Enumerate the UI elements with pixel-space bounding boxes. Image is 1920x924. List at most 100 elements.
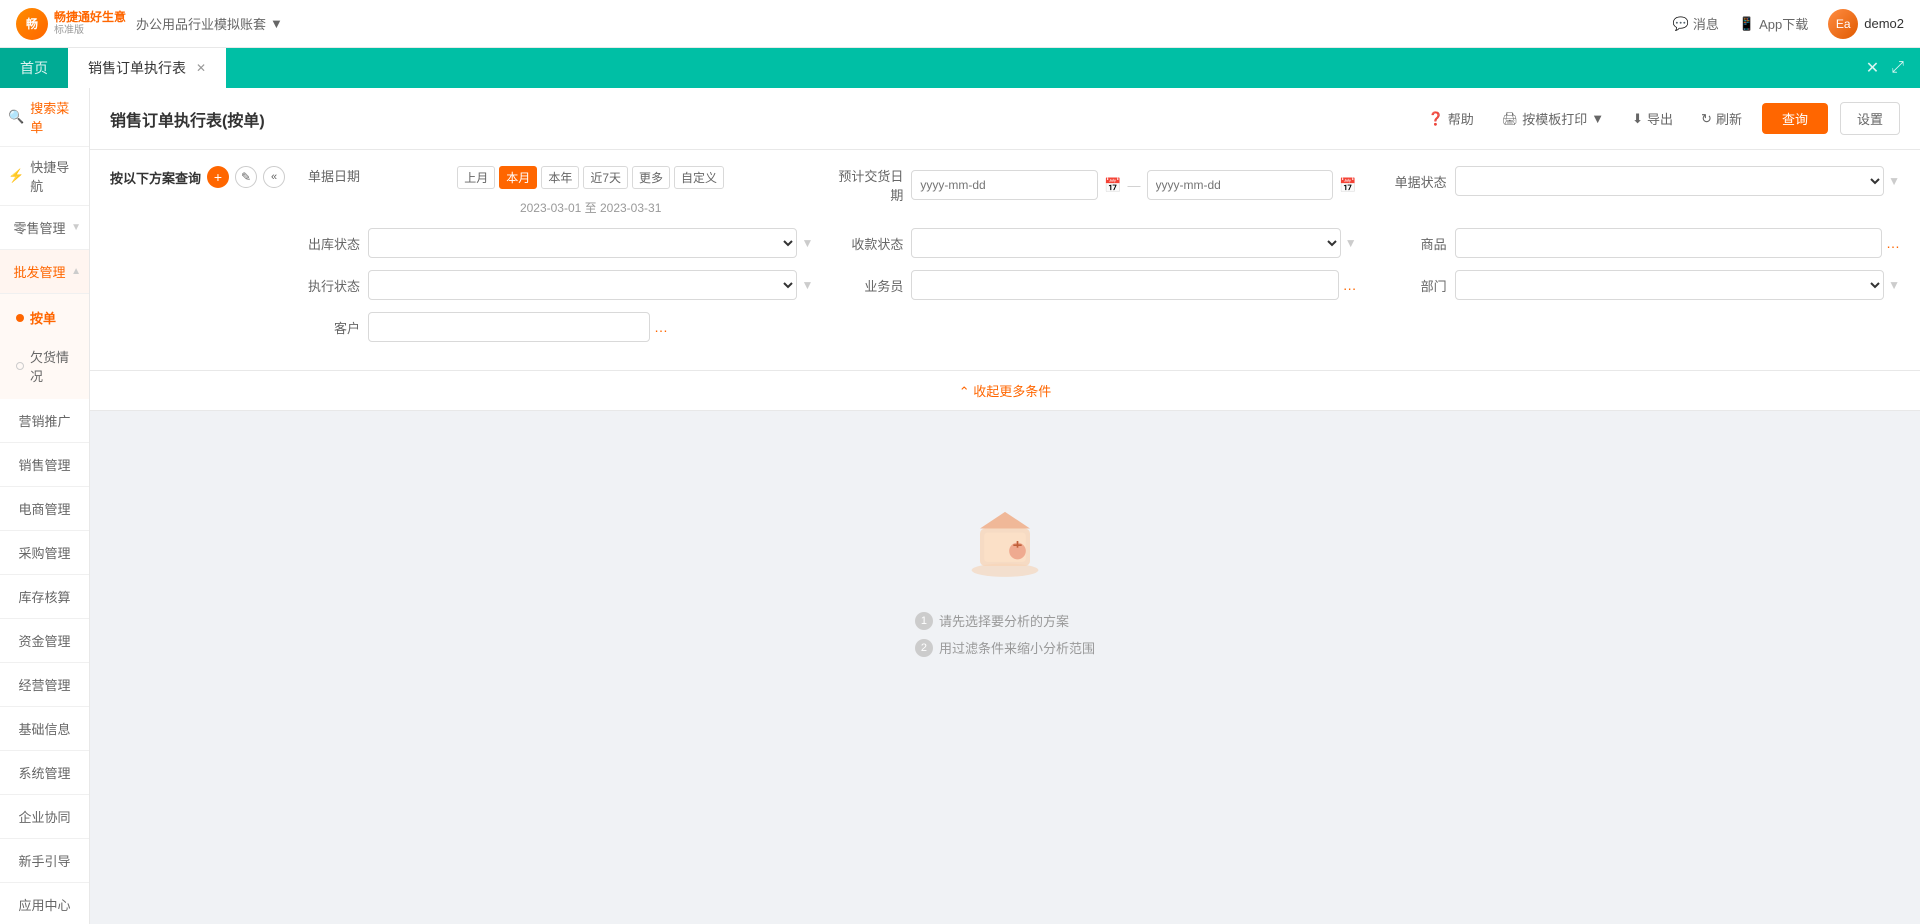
date-btn-this-month[interactable]: 本月 xyxy=(499,166,537,189)
filter-item-expected-date: 预计交货日期 📅 — 📅 xyxy=(833,166,1356,216)
active-dot xyxy=(16,314,24,322)
submenu-item-order[interactable]: 按单 xyxy=(0,298,89,337)
refresh-button[interactable]: ↻ 刷新 xyxy=(1693,105,1750,132)
filter-item-exec-status: 执行状态 ▼ xyxy=(290,270,813,300)
help-button[interactable]: ❓ 帮助 xyxy=(1420,105,1482,132)
sidebar-item-system[interactable]: 系统管理 xyxy=(0,751,89,795)
expected-date-start-input[interactable] xyxy=(911,170,1098,200)
scheme-add-button[interactable]: + xyxy=(207,166,229,188)
calendar-start-icon[interactable]: 📅 xyxy=(1104,177,1121,194)
date-btn-last7days[interactable]: 近7天 xyxy=(583,166,628,189)
page-title: 销售订单执行表(按单) xyxy=(110,107,265,131)
company-selector[interactable]: 办公用品行业模拟账套 ▼ xyxy=(136,14,283,33)
settings-button[interactable]: 设置 xyxy=(1840,102,1900,135)
scheme-edit-button[interactable]: ✎ xyxy=(235,166,257,188)
sidebar-item-enterprise[interactable]: 企业协同 xyxy=(0,795,89,839)
salesman-more-icon[interactable]: … xyxy=(1343,277,1357,293)
sidebar-item-purchase[interactable]: 采购管理 xyxy=(0,531,89,575)
receive-status-dropdown-icon: ▼ xyxy=(1345,236,1357,250)
filter-left-scheme: 按以下方案查询 + ✎ « xyxy=(110,166,290,188)
goods-input[interactable] xyxy=(1455,228,1882,258)
tab-home[interactable]: 首页 xyxy=(0,48,68,88)
filter-item-salesman: 业务员 … xyxy=(833,270,1356,300)
filter-item-dept: 部门 ▼ xyxy=(1377,270,1900,300)
goods-more-icon[interactable]: … xyxy=(1886,235,1900,251)
nav-tabs-actions: ✕ ⤢ xyxy=(1866,58,1920,78)
sidebar: 🔍 搜索菜单 ⚡ 快捷导航 零售管理 ▼ 批发管理 ▲ 按单 欠货情况 xyxy=(0,88,90,924)
tab-close-icon[interactable]: ✕ xyxy=(196,61,206,75)
date-quick-buttons: 上月 本月 本年 近7天 更多 自定义 xyxy=(457,166,724,189)
exec-status-select[interactable] xyxy=(368,270,797,300)
filter-item-receive-status: 收款状态 ▼ xyxy=(833,228,1356,258)
page-container: 销售订单执行表(按单) ❓ 帮助 🖨 按模板打印 ▼ ⬇ 导出 xyxy=(90,88,1920,924)
sidebar-item-retail[interactable]: 零售管理 ▼ xyxy=(0,206,89,250)
date-btn-this-year[interactable]: 本年 xyxy=(541,166,579,189)
query-button[interactable]: 查询 xyxy=(1762,103,1828,134)
sidebar-item-apps[interactable]: 应用中心 xyxy=(0,883,89,924)
message-action[interactable]: 💬 消息 xyxy=(1673,14,1719,33)
top-header-left: 畅 畅捷通好生意 标准版 办公用品行业模拟账套 ▼ xyxy=(16,8,283,40)
expand-window-icon[interactable]: ⤢ xyxy=(1891,59,1904,77)
ship-status-dropdown-icon: ▼ xyxy=(801,236,813,250)
filter-grid-row2: 出库状态 ▼ xyxy=(290,228,1900,258)
wholesale-arrow-icon: ▲ xyxy=(71,266,81,277)
customer-input[interactable] xyxy=(368,312,650,342)
date-range-text: 2023-03-01 至 2023-03-31 xyxy=(520,199,661,216)
scheme-collapse-button[interactable]: « xyxy=(263,166,285,188)
sidebar-item-newbie[interactable]: 新手引导 xyxy=(0,839,89,883)
avatar: Ea xyxy=(1828,9,1858,39)
app-download-action[interactable]: 📱 App下载 xyxy=(1739,14,1808,33)
export-icon: ⬇ xyxy=(1632,111,1643,127)
date-btn-custom[interactable]: 自定义 xyxy=(674,166,724,189)
app-icon: 📱 xyxy=(1739,16,1755,32)
filter-content: 单据日期 上月 本月 本年 近7天 更多 自定义 xyxy=(290,166,1900,342)
refresh-icon: ↻ xyxy=(1701,111,1712,127)
expected-date-end-input[interactable] xyxy=(1147,170,1334,200)
date-btn-last-month[interactable]: 上月 xyxy=(457,166,495,189)
print-button[interactable]: 🖨 按模板打印 ▼ xyxy=(1494,105,1612,132)
top-header-right: 💬 消息 📱 App下载 Ea demo2 xyxy=(1673,9,1904,39)
sidebar-item-wholesale[interactable]: 批发管理 ▲ xyxy=(0,250,89,294)
sidebar-quick-nav[interactable]: ⚡ 快捷导航 xyxy=(0,147,89,206)
export-button[interactable]: ⬇ 导出 xyxy=(1624,105,1681,132)
filter-item-customer: 客户 … xyxy=(290,312,1900,342)
top-header: 畅 畅捷通好生意 标准版 办公用品行业模拟账套 ▼ 💬 消息 📱 App下载 E… xyxy=(0,0,1920,48)
filter-item-status: 单据状态 ▼ xyxy=(1377,166,1900,216)
filter-grid-row3: 执行状态 ▼ xyxy=(290,270,1900,300)
filter-panel: 按以下方案查询 + ✎ « 单据日期 xyxy=(90,150,1920,371)
filter-item-ship-status: 出库状态 ▼ xyxy=(290,228,813,258)
receive-status-select[interactable] xyxy=(911,228,1340,258)
company-dropdown-icon: ▼ xyxy=(270,16,283,31)
inactive-dot xyxy=(16,362,24,370)
filter-grid-row4: 客户 … xyxy=(290,312,1900,342)
date-btn-more[interactable]: 更多 xyxy=(632,166,670,189)
dept-dropdown-icon: ▼ xyxy=(1888,278,1900,292)
user-avatar-area[interactable]: Ea demo2 xyxy=(1828,9,1904,39)
sidebar-item-basic[interactable]: 基础信息 xyxy=(0,707,89,751)
submenu-item-credit[interactable]: 欠货情况 xyxy=(0,337,89,395)
tab-sales-order[interactable]: 销售订单执行表 ✕ xyxy=(68,48,226,88)
collapse-bar[interactable]: ⌃ 收起更多条件 xyxy=(90,371,1920,411)
empty-tip-2: 2 用过滤条件来缩小分析范围 xyxy=(915,638,1095,657)
wholesale-submenu: 按单 欠货情况 xyxy=(0,294,89,399)
calendar-end-icon[interactable]: 📅 xyxy=(1339,177,1356,194)
logo-icon: 畅 xyxy=(16,8,48,40)
sidebar-item-finance[interactable]: 资金管理 xyxy=(0,619,89,663)
sidebar-item-operations[interactable]: 经营管理 xyxy=(0,663,89,707)
salesman-input[interactable] xyxy=(911,270,1338,300)
search-icon: 🔍 xyxy=(8,109,24,125)
close-window-icon[interactable]: ✕ xyxy=(1866,58,1879,78)
sidebar-item-ecommerce[interactable]: 电商管理 xyxy=(0,487,89,531)
customer-more-icon[interactable]: … xyxy=(654,319,668,335)
sidebar-item-inventory[interactable]: 库存核算 xyxy=(0,575,89,619)
sidebar-search[interactable]: 🔍 搜索菜单 xyxy=(0,88,89,147)
help-icon: ❓ xyxy=(1428,111,1444,127)
ship-status-select[interactable] xyxy=(368,228,797,258)
page-actions: ❓ 帮助 🖨 按模板打印 ▼ ⬇ 导出 ↻ 刷新 xyxy=(1420,102,1900,135)
empty-tips: 1 请先选择要分析的方案 2 用过滤条件来缩小分析范围 xyxy=(915,611,1095,657)
sidebar-item-marketing[interactable]: 营销推广 xyxy=(0,399,89,443)
message-icon: 💬 xyxy=(1673,16,1689,32)
status-select[interactable] xyxy=(1455,166,1884,196)
dept-select[interactable] xyxy=(1455,270,1884,300)
sidebar-item-sales[interactable]: 销售管理 xyxy=(0,443,89,487)
